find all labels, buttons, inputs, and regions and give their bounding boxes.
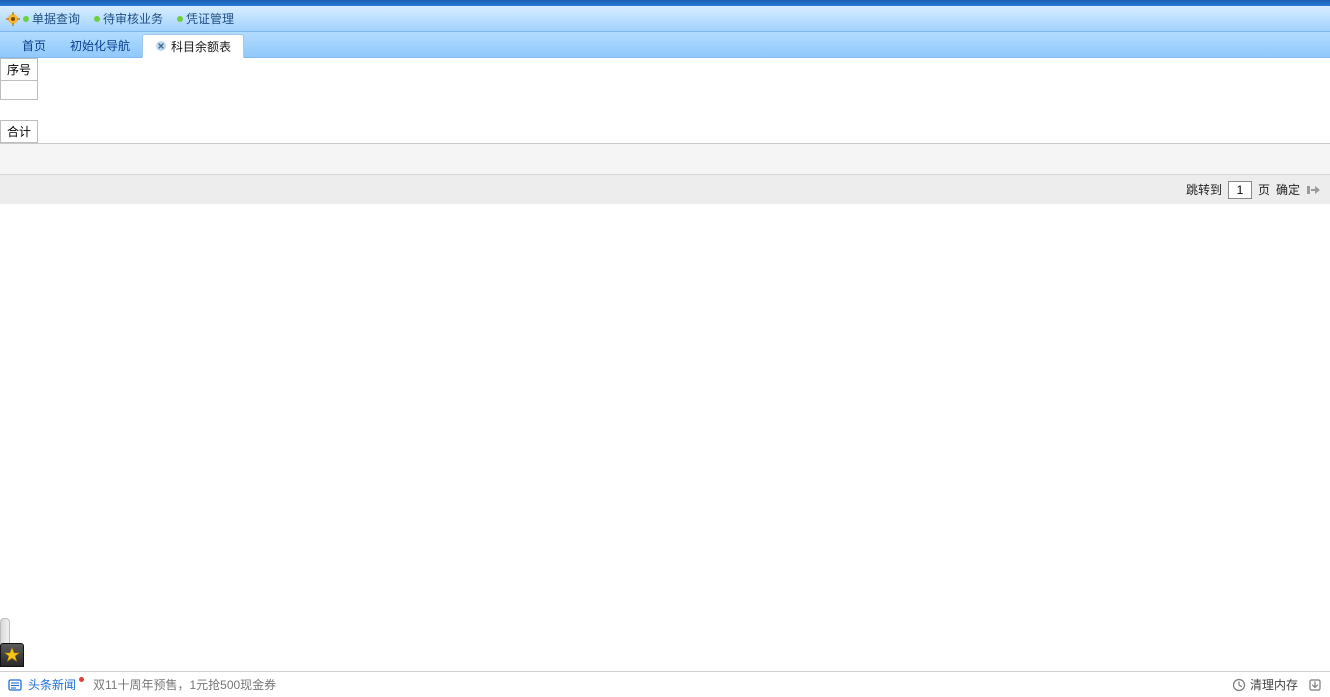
- notification-dot-icon: [79, 677, 84, 682]
- tab-init-nav[interactable]: 初始化导航: [58, 33, 142, 57]
- status-bar: 头条新闻 双11十周年预售，1元抢500现金券 清理内存: [0, 671, 1330, 697]
- main-toolbar: 单据查询 待审核业务 凭证管理: [0, 6, 1330, 32]
- pager-jump-label: 跳转到: [1186, 181, 1222, 198]
- status-right: 清理内存: [1232, 676, 1322, 693]
- toolbar-item-label: 单据查询: [32, 10, 80, 27]
- status-left: 头条新闻 双11十周年预售，1元抢500现金券: [8, 676, 276, 693]
- blank-band: [0, 144, 1330, 174]
- tab-account-balance[interactable]: 科目余额表: [142, 34, 244, 58]
- pager-go-icon[interactable]: [1306, 183, 1322, 197]
- data-grid: 序号: [0, 58, 38, 100]
- pager-page-suffix: 页: [1258, 181, 1270, 198]
- grid-zone: 序号 合计: [0, 58, 1330, 144]
- toolbar-item-pending-audit[interactable]: 待审核业务: [94, 10, 163, 27]
- gear-icon: [6, 12, 20, 26]
- close-icon[interactable]: [155, 40, 167, 52]
- dot-icon: [94, 16, 100, 22]
- table-header-row: 序号: [1, 59, 38, 81]
- tab-home[interactable]: 首页: [10, 33, 58, 57]
- favorites-button[interactable]: [0, 643, 24, 667]
- footer-cell-total: 合计: [1, 121, 38, 143]
- clean-memory-button[interactable]: 清理内存: [1232, 676, 1298, 693]
- news-link[interactable]: 头条新闻: [28, 676, 76, 693]
- tab-bar: 首页 初始化导航 科目余额表: [0, 32, 1330, 58]
- content-area: 序号 合计 跳转到 页 确定: [0, 58, 1330, 667]
- clock-icon: [1232, 678, 1246, 692]
- pager: 跳转到 页 确定: [0, 174, 1330, 204]
- tab-label: 首页: [22, 37, 46, 54]
- toolbar-item-voucher-mgmt[interactable]: 凭证管理: [177, 10, 234, 27]
- news-icon: [8, 678, 22, 692]
- toolbar-item-label: 待审核业务: [103, 10, 163, 27]
- toolbar-item-label: 凭证管理: [186, 10, 234, 27]
- dot-icon: [23, 16, 29, 22]
- tab-label: 初始化导航: [70, 37, 130, 54]
- table-row: [1, 81, 38, 100]
- table-footer-row: 合计: [1, 121, 38, 143]
- toolbar-item-doc-query[interactable]: 单据查询: [6, 10, 80, 27]
- pager-page-input[interactable]: [1228, 181, 1252, 199]
- dot-icon: [177, 16, 183, 22]
- download-icon[interactable]: [1308, 678, 1322, 692]
- clean-memory-label: 清理内存: [1250, 676, 1298, 693]
- empty-cell[interactable]: [1, 81, 38, 100]
- column-header-seq[interactable]: 序号: [1, 59, 38, 81]
- star-icon: [4, 647, 20, 663]
- data-grid-footer: 合计: [0, 120, 38, 143]
- pager-confirm-button[interactable]: 确定: [1276, 181, 1300, 198]
- tab-label: 科目余额表: [171, 38, 231, 55]
- news-text[interactable]: 双11十周年预售，1元抢500现金券: [93, 676, 276, 693]
